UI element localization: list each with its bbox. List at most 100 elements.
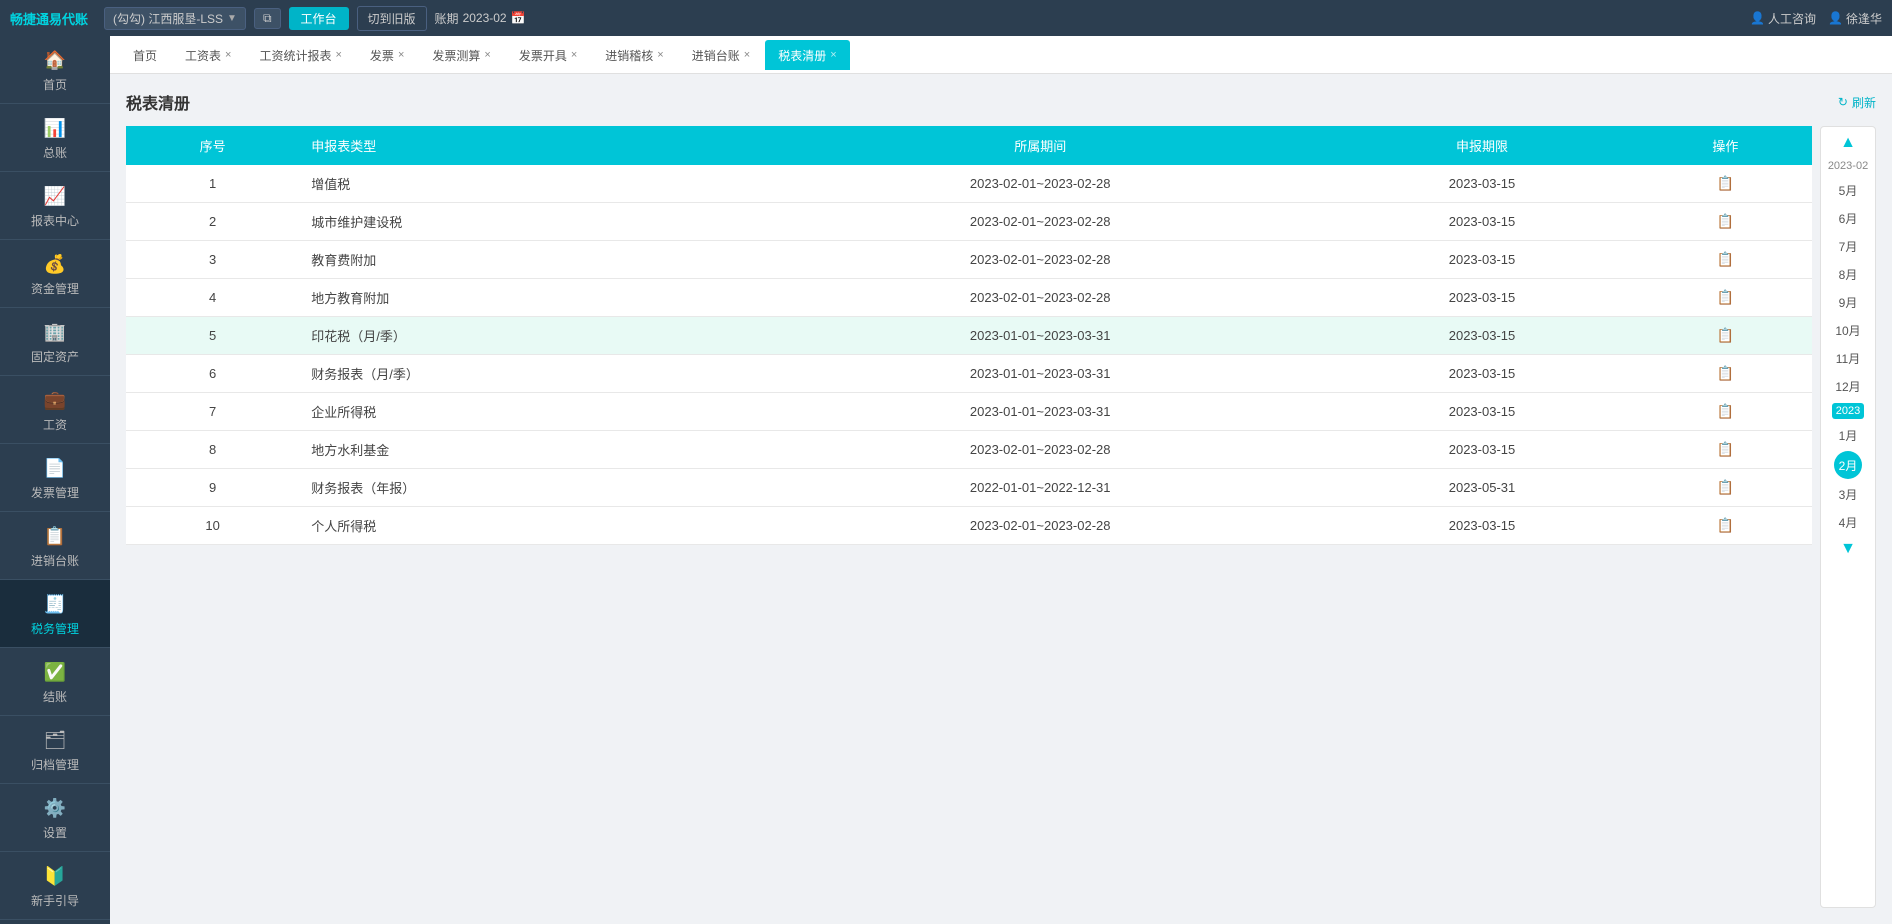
tab-invoice-calc[interactable]: 发票测算 × [419, 40, 503, 70]
side-panel-month-11[interactable]: 11月 [1821, 345, 1875, 372]
user-name: 徐逢华 [1846, 10, 1882, 27]
tab-purchase-check[interactable]: 进销稽核 × [592, 40, 676, 70]
sidebar-item-ledger[interactable]: 📊 总账 [0, 104, 110, 172]
sidebar-item-salary[interactable]: 💼 工资 [0, 376, 110, 444]
asset-icon: 🏢 [44, 322, 66, 343]
tab-invoice-open[interactable]: 发票开具 × [506, 40, 590, 70]
action-view-icon[interactable]: 📋 [1717, 403, 1734, 419]
calendar-icon[interactable]: 📅 [511, 11, 526, 25]
sidebar-label-asset: 固定资产 [31, 348, 79, 365]
side-panel-month-2-current[interactable]: 2月 [1834, 451, 1862, 479]
tab-salary-stat-label: 工资统计报表 [259, 47, 331, 64]
sidebar-item-tax[interactable]: 🧾 税务管理 [0, 580, 110, 648]
sidebar-label-invoice: 发票管理 [31, 484, 79, 501]
action-view-icon[interactable]: 📋 [1717, 517, 1734, 533]
action-view-icon[interactable]: 📋 [1717, 213, 1734, 229]
side-panel-month-5[interactable]: 5月 [1821, 177, 1875, 204]
home-icon: 🏠 [44, 50, 66, 71]
company-selector[interactable]: (勾勾) 江西服垦-LSS ▼ [104, 7, 246, 30]
cell-action[interactable]: 📋 [1639, 165, 1812, 203]
tab-purchase-ledger-close[interactable]: × [744, 49, 750, 61]
cell-action[interactable]: 📋 [1639, 355, 1812, 393]
sidebar-item-archive[interactable]: 🗂 归档管理 [0, 716, 110, 784]
cell-period: 2023-02-01~2023-02-28 [755, 279, 1325, 317]
action-view-icon[interactable]: 📋 [1717, 175, 1734, 191]
workspace-button[interactable]: 工作台 [289, 7, 349, 30]
cell-index: 4 [126, 279, 299, 317]
col-period: 所属期间 [755, 126, 1325, 165]
sidebar-item-report[interactable]: 📈 报表中心 [0, 172, 110, 240]
sidebar: 🏠 首页 📊 总账 📈 报表中心 💰 资金管理 🏢 固定资产 💼 工资 📄 发票… [0, 36, 110, 924]
cell-action[interactable]: 📋 [1639, 203, 1812, 241]
side-panel-month-7[interactable]: 7月 [1821, 233, 1875, 260]
sidebar-item-invoice[interactable]: 📄 发票管理 [0, 444, 110, 512]
side-panel-nav-up[interactable]: ▲ [1837, 131, 1859, 155]
action-view-icon[interactable]: 📋 [1717, 251, 1734, 267]
ai-consult-button[interactable]: 👤 人工咨询 [1750, 10, 1816, 27]
sidebar-item-home[interactable]: 🏠 首页 [0, 36, 110, 104]
sidebar-label-guide: 新手引导 [31, 892, 79, 909]
tab-home[interactable]: 首页 [120, 40, 170, 70]
sidebar-item-purchase[interactable]: 📋 进销台账 [0, 512, 110, 580]
ai-icon: 👤 [1750, 11, 1765, 25]
sidebar-label-tax: 税务管理 [31, 620, 79, 637]
side-panel-month-10[interactable]: 10月 [1821, 317, 1875, 344]
tab-invoice-calc-close[interactable]: × [484, 49, 490, 61]
tab-invoice-close[interactable]: × [398, 49, 404, 61]
action-view-icon[interactable]: 📋 [1717, 479, 1734, 495]
switch-version-button[interactable]: 切到旧版 [357, 6, 427, 31]
tab-salary-stat[interactable]: 工资统计报表 × [246, 40, 354, 70]
table-row: 10个人所得税2023-02-01~2023-02-282023-03-15📋 [126, 507, 1812, 545]
cell-deadline: 2023-03-15 [1325, 203, 1638, 241]
tab-invoice[interactable]: 发票 × [357, 40, 417, 70]
sidebar-label-ledger: 总账 [43, 144, 67, 161]
tab-tax-clearance[interactable]: 税表清册 × [765, 40, 849, 70]
fund-icon: 💰 [44, 254, 66, 275]
tab-salary-stat-close[interactable]: × [335, 49, 341, 61]
side-panel-month-3[interactable]: 3月 [1821, 481, 1875, 508]
tab-salary-table-close[interactable]: × [225, 49, 231, 61]
sidebar-item-member[interactable]: ⭐ 畅会员 [0, 920, 110, 924]
cell-type: 财务报表（年报） [299, 469, 755, 507]
action-view-icon[interactable]: 📋 [1717, 327, 1734, 343]
cell-action[interactable]: 📋 [1639, 393, 1812, 431]
tab-purchase-ledger[interactable]: 进销台账 × [679, 40, 763, 70]
side-panel-month-9[interactable]: 9月 [1821, 289, 1875, 316]
period-display: 账期 2023-02 📅 [435, 10, 526, 27]
tab-tax-clearance-close[interactable]: × [830, 49, 836, 61]
action-view-icon[interactable]: 📋 [1717, 289, 1734, 305]
cell-deadline: 2023-03-15 [1325, 431, 1638, 469]
cell-action[interactable]: 📋 [1639, 241, 1812, 279]
cell-action[interactable]: 📋 [1639, 469, 1812, 507]
archive-icon: 🗂 [44, 730, 67, 751]
col-deadline: 申报期限 [1325, 126, 1638, 165]
table-row: 6财务报表（月/季）2023-01-01~2023-03-312023-03-1… [126, 355, 1812, 393]
side-panel-month-1[interactable]: 1月 [1821, 422, 1875, 449]
side-panel-month-8[interactable]: 8月 [1821, 261, 1875, 288]
sidebar-item-closing[interactable]: ✅ 结账 [0, 648, 110, 716]
action-view-icon[interactable]: 📋 [1717, 441, 1734, 457]
side-panel-month-4[interactable]: 4月 [1821, 509, 1875, 536]
cell-action[interactable]: 📋 [1639, 317, 1812, 355]
table-row: 8地方水利基金2023-02-01~2023-02-282023-03-15📋 [126, 431, 1812, 469]
sidebar-item-fund[interactable]: 💰 资金管理 [0, 240, 110, 308]
action-view-icon[interactable]: 📋 [1717, 365, 1734, 381]
cell-action[interactable]: 📋 [1639, 507, 1812, 545]
user-menu[interactable]: 👤 徐逢华 [1828, 10, 1882, 27]
side-panel-month-6[interactable]: 6月 [1821, 205, 1875, 232]
cell-action[interactable]: 📋 [1639, 431, 1812, 469]
sidebar-item-settings[interactable]: ⚙️ 设置 [0, 784, 110, 852]
tab-salary-table[interactable]: 工资表 × [172, 40, 244, 70]
sidebar-item-asset[interactable]: 🏢 固定资产 [0, 308, 110, 376]
period-value: 2023-02 [463, 11, 507, 25]
refresh-button[interactable]: ↻ 刷新 [1838, 94, 1876, 111]
copy-button[interactable]: ⧉ [254, 8, 281, 29]
tab-purchase-check-close[interactable]: × [657, 49, 663, 61]
cell-action[interactable]: 📋 [1639, 279, 1812, 317]
guide-icon: 🔰 [44, 866, 66, 887]
side-panel-nav-down[interactable]: ▼ [1837, 537, 1859, 561]
side-panel-month-12[interactable]: 12月 [1821, 373, 1875, 400]
tab-invoice-open-close[interactable]: × [571, 49, 577, 61]
sidebar-item-guide[interactable]: 🔰 新手引导 [0, 852, 110, 920]
tab-salary-table-label: 工资表 [185, 47, 221, 64]
